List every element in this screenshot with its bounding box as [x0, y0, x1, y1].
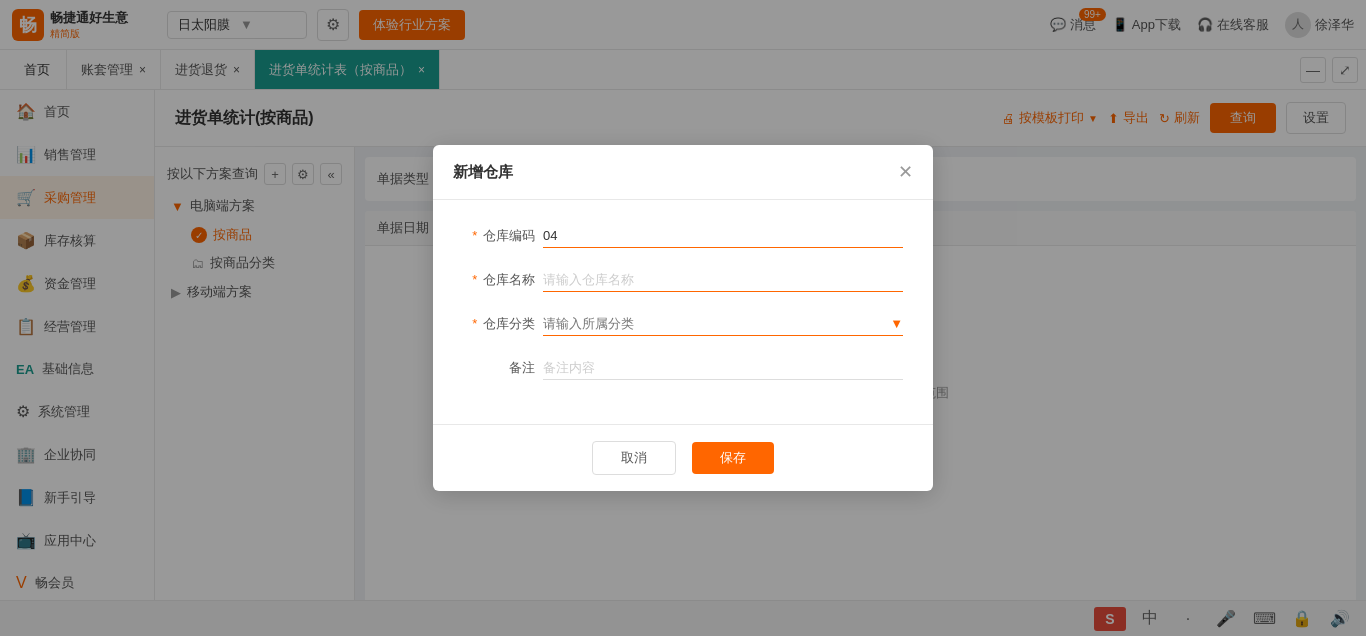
form-row-category: * 仓库分类 ▼	[463, 312, 903, 336]
save-button[interactable]: 保存	[692, 442, 774, 474]
category-label: * 仓库分类	[463, 315, 543, 333]
modal-add-warehouse: 新增仓库 ✕ * 仓库编码 * 仓库名称	[433, 145, 933, 491]
modal-close-button[interactable]: ✕	[898, 161, 913, 183]
modal-title: 新增仓库	[453, 163, 513, 182]
category-input[interactable]	[543, 316, 890, 331]
remark-input[interactable]	[543, 356, 903, 380]
form-row-remark: 备注	[463, 356, 903, 380]
form-row-name: * 仓库名称	[463, 268, 903, 292]
name-input[interactable]	[543, 268, 903, 292]
remark-label: 备注	[463, 359, 543, 377]
cancel-button[interactable]: 取消	[592, 441, 676, 475]
name-label: * 仓库名称	[463, 271, 543, 289]
modal-header: 新增仓库 ✕	[433, 145, 933, 200]
category-arrow-icon: ▼	[890, 316, 903, 331]
category-select[interactable]: ▼	[543, 312, 903, 336]
modal-overlay[interactable]: 新增仓库 ✕ * 仓库编码 * 仓库名称	[0, 0, 1366, 636]
code-label: * 仓库编码	[463, 227, 543, 245]
modal-footer: 取消 保存	[433, 424, 933, 491]
code-input[interactable]	[543, 224, 903, 248]
form-row-code: * 仓库编码	[463, 224, 903, 248]
modal-body: * 仓库编码 * 仓库名称 * 仓库分类	[433, 200, 933, 424]
